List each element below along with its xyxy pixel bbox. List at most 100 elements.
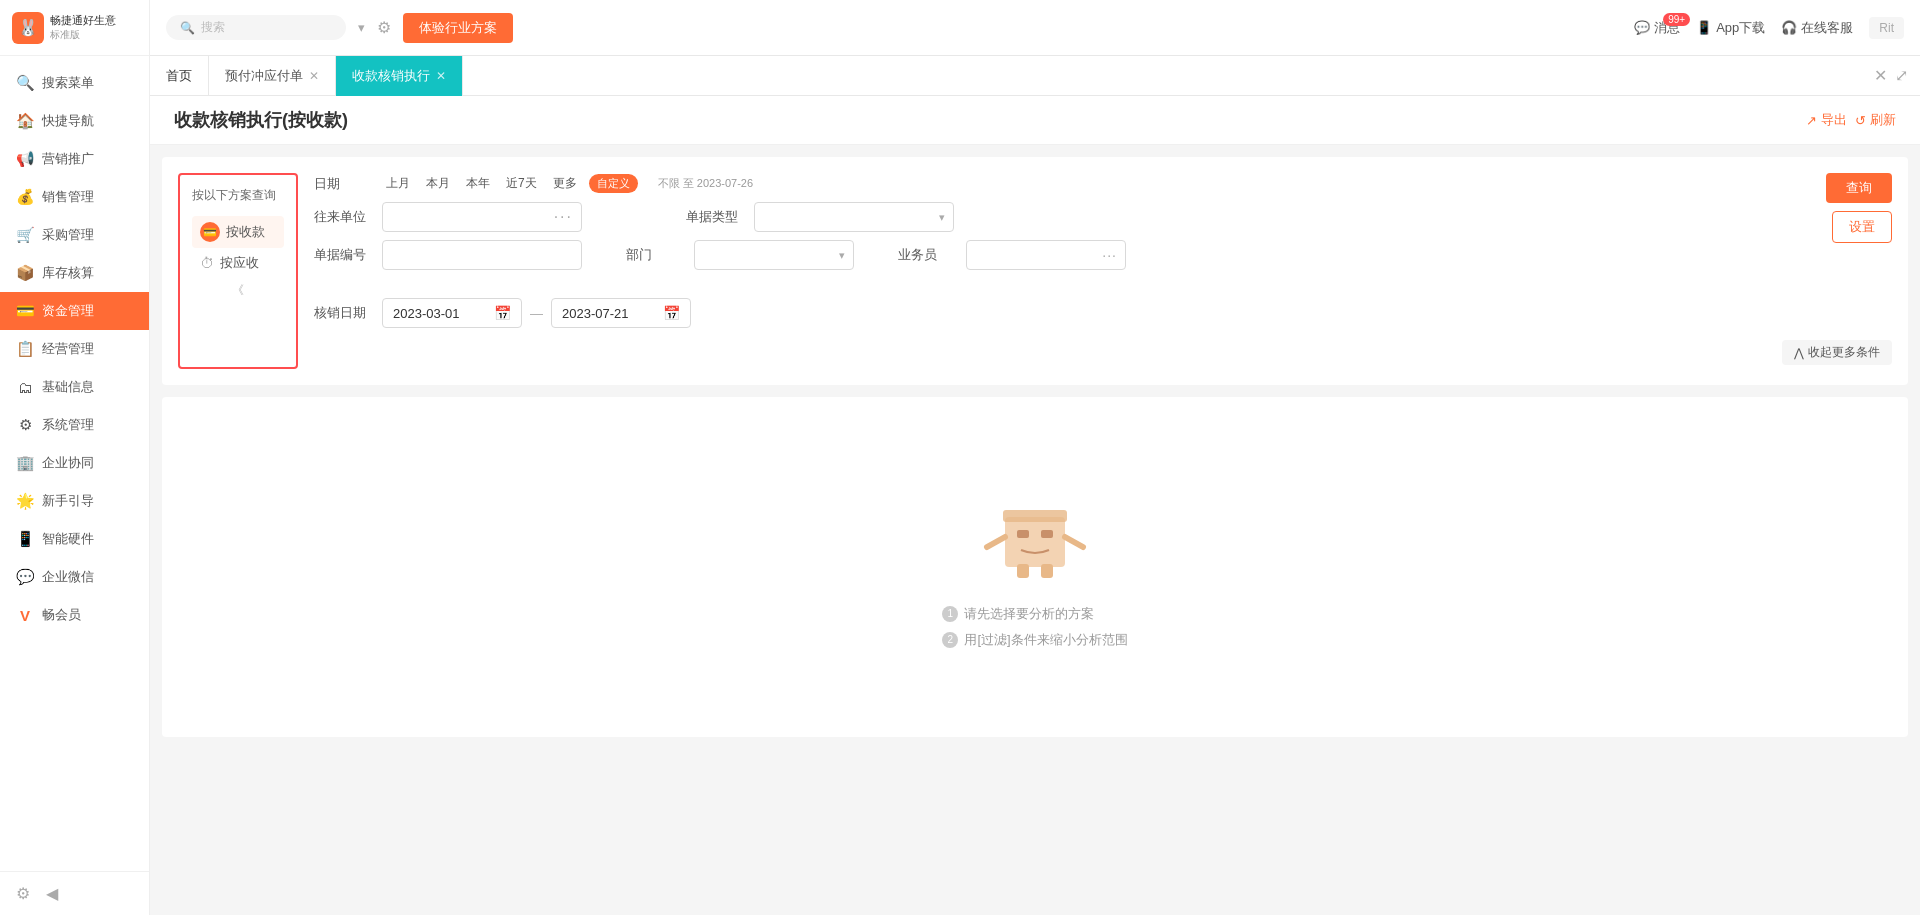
staff-label: 业务员: [898, 246, 954, 264]
sidebar-item-quicknav[interactable]: 🏠 快捷导航: [0, 102, 149, 140]
settings-footer-icon[interactable]: ⚙: [16, 884, 30, 903]
filter-option-receipt[interactable]: 💳 按收款: [192, 216, 284, 248]
message-badge[interactable]: 💬 消息 99+: [1634, 19, 1680, 37]
topbar-search[interactable]: 🔍 搜索: [166, 15, 346, 40]
sidebar-item-vip[interactable]: V 畅会员: [0, 596, 149, 634]
sidebar-item-marketing-label: 营销推广: [42, 150, 94, 168]
date-this-year[interactable]: 本年: [462, 173, 494, 194]
svg-rect-6: [1017, 564, 1029, 578]
date-last-month[interactable]: 上月: [382, 173, 414, 194]
solution-button[interactable]: 体验行业方案: [403, 13, 513, 43]
inventory-icon: 📦: [16, 264, 34, 282]
verify-date-start-input[interactable]: 2023-03-01 📅: [382, 298, 522, 328]
query-set-col: 查询 设置: [1826, 173, 1892, 243]
filter-option-receivable[interactable]: ⏱ 按应收: [192, 248, 284, 278]
message-count: 99+: [1663, 13, 1690, 26]
svg-rect-0: [1005, 517, 1065, 567]
date-options: 上月 本月 本年 近7天 更多 自定义: [382, 173, 638, 194]
verify-date-start-value: 2023-03-01: [393, 306, 460, 321]
collapse-more-button[interactable]: ⋀ 收起更多条件: [1782, 340, 1892, 365]
tab-prepay-close-icon[interactable]: ✕: [309, 69, 319, 83]
query-button[interactable]: 查询: [1826, 173, 1892, 203]
sidebar-item-enterprise-label: 企业协同: [42, 454, 94, 472]
svg-rect-1: [1003, 510, 1067, 522]
page-actions: ↗ 导出 ↺ 刷新: [1806, 111, 1896, 129]
user-name[interactable]: Rit: [1869, 17, 1904, 39]
logo-sub: 标准版: [50, 28, 116, 42]
collapse-more-icon: ⋀: [1794, 346, 1804, 360]
date-label: 日期: [314, 175, 370, 193]
sidebar-menu: 🔍 搜索菜单 🏠 快捷导航 📢 营销推广 💰 销售管理 🛒 采购管理 📦 库存核…: [0, 56, 149, 871]
sidebar-item-operation[interactable]: 📋 经营管理: [0, 330, 149, 368]
tab-prepay[interactable]: 预付冲应付单 ✕: [209, 56, 336, 96]
topbar-gear-icon[interactable]: ⚙: [377, 18, 391, 37]
sidebar-item-marketing[interactable]: 📢 营销推广: [0, 140, 149, 178]
topbar: 🔍 搜索 ▾ ⚙ 体验行业方案 💬 消息 99+ 📱 App下载 🎧 在线客服 …: [150, 0, 1920, 56]
online-service-link[interactable]: 🎧 在线客服: [1781, 19, 1853, 37]
empty-tip-1: 1 请先选择要分析的方案: [942, 601, 1127, 627]
collapse-sidebar-icon[interactable]: ◀: [46, 884, 58, 903]
tabbar-actions: ✕ ⤢: [1874, 66, 1920, 85]
tab-receipt-verify-label: 收款核销执行: [352, 67, 430, 85]
tabbar: 首页 预付冲应付单 ✕ 收款核销执行 ✕ ✕ ⤢: [150, 56, 1920, 96]
service-icon: 🎧: [1781, 20, 1797, 35]
export-button[interactable]: ↗ 导出: [1806, 111, 1847, 129]
tip-num-2: 2: [942, 632, 958, 648]
sidebar-collapse-button[interactable]: 《: [192, 282, 284, 299]
sidebar-item-search-label: 搜索菜单: [42, 74, 94, 92]
date-more[interactable]: 更多: [549, 173, 581, 194]
voucher-no-input[interactable]: [382, 240, 582, 270]
page-header: 收款核销执行(按收款) ↗ 导出 ↺ 刷新: [150, 96, 1920, 145]
sidebar-item-hardware[interactable]: 📱 智能硬件: [0, 520, 149, 558]
verify-date-end-input[interactable]: 2023-07-21 📅: [551, 298, 691, 328]
date-custom-badge[interactable]: 自定义: [589, 174, 638, 193]
filter-option-receipt-label: 按收款: [226, 223, 265, 241]
close-window-icon[interactable]: ✕: [1874, 66, 1887, 85]
empty-tip-2: 2 用[过滤]条件来缩小分析范围: [942, 627, 1127, 653]
verify-date-label: 核销日期: [314, 304, 370, 322]
tab-receipt-verify-close-icon[interactable]: ✕: [436, 69, 446, 83]
sidebar-item-guide[interactable]: 🌟 新手引导: [0, 482, 149, 520]
sales-icon: 💰: [16, 188, 34, 206]
receipt-option-icon: 💳: [200, 222, 220, 242]
sidebar-item-basic[interactable]: 🗂 基础信息: [0, 368, 149, 406]
content-area: 收款核销执行(按收款) ↗ 导出 ↺ 刷新 按以下方案查询 💳 按收款: [150, 96, 1920, 915]
sidebar-item-purchase[interactable]: 🛒 采购管理: [0, 216, 149, 254]
message-icon: 💬: [1634, 20, 1650, 35]
empty-icon-wrapper: [975, 482, 1095, 585]
refresh-button[interactable]: ↺ 刷新: [1855, 111, 1896, 129]
search-placeholder: 搜索: [201, 19, 225, 36]
sidebar-item-sales[interactable]: 💰 销售管理: [0, 178, 149, 216]
counterpart-label: 往来单位: [314, 208, 370, 226]
sidebar-item-operation-label: 经营管理: [42, 340, 94, 358]
sidebar-item-finance[interactable]: 💳 资金管理: [0, 292, 149, 330]
tip-num-1: 1: [942, 606, 958, 622]
online-service-label: 在线客服: [1801, 19, 1853, 37]
date-this-month[interactable]: 本月: [422, 173, 454, 194]
counterpart-dots-icon[interactable]: ···: [554, 208, 573, 226]
verify-date-end-calendar-icon[interactable]: 📅: [663, 305, 680, 321]
date-7days[interactable]: 近7天: [502, 173, 541, 194]
tab-receipt-verify[interactable]: 收款核销执行 ✕: [336, 56, 463, 96]
maximize-icon[interactable]: ⤢: [1895, 66, 1908, 85]
page-title: 收款核销执行(按收款): [174, 108, 348, 132]
filter-sidebar-title: 按以下方案查询: [192, 187, 284, 204]
sidebar-item-inventory[interactable]: 📦 库存核算: [0, 254, 149, 292]
settings-button[interactable]: 设置: [1832, 211, 1892, 243]
counterpart-input[interactable]: [391, 210, 550, 225]
staff-dots-icon[interactable]: ···: [1102, 247, 1117, 263]
tip-text-2: 用[过滤]条件来缩小分析范围: [964, 627, 1127, 653]
verify-date-start-calendar-icon[interactable]: 📅: [494, 305, 511, 321]
sidebar-item-system[interactable]: ⚙ 系统管理: [0, 406, 149, 444]
app-download-link[interactable]: 📱 App下载: [1696, 19, 1765, 37]
hardware-icon: 📱: [16, 530, 34, 548]
sidebar-item-enterprise[interactable]: 🏢 企业协同: [0, 444, 149, 482]
logo-name: 畅捷通好生意: [50, 13, 116, 27]
sidebar-item-search[interactable]: 🔍 搜索菜单: [0, 64, 149, 102]
empty-tips: 1 请先选择要分析的方案 2 用[过滤]条件来缩小分析范围: [942, 601, 1127, 653]
topbar-chevron-icon[interactable]: ▾: [358, 20, 365, 35]
tab-home[interactable]: 首页: [150, 56, 209, 96]
tip-text-1: 请先选择要分析的方案: [964, 601, 1094, 627]
sidebar-item-wechat[interactable]: 💬 企业微信: [0, 558, 149, 596]
receivable-option-icon: ⏱: [200, 255, 214, 271]
